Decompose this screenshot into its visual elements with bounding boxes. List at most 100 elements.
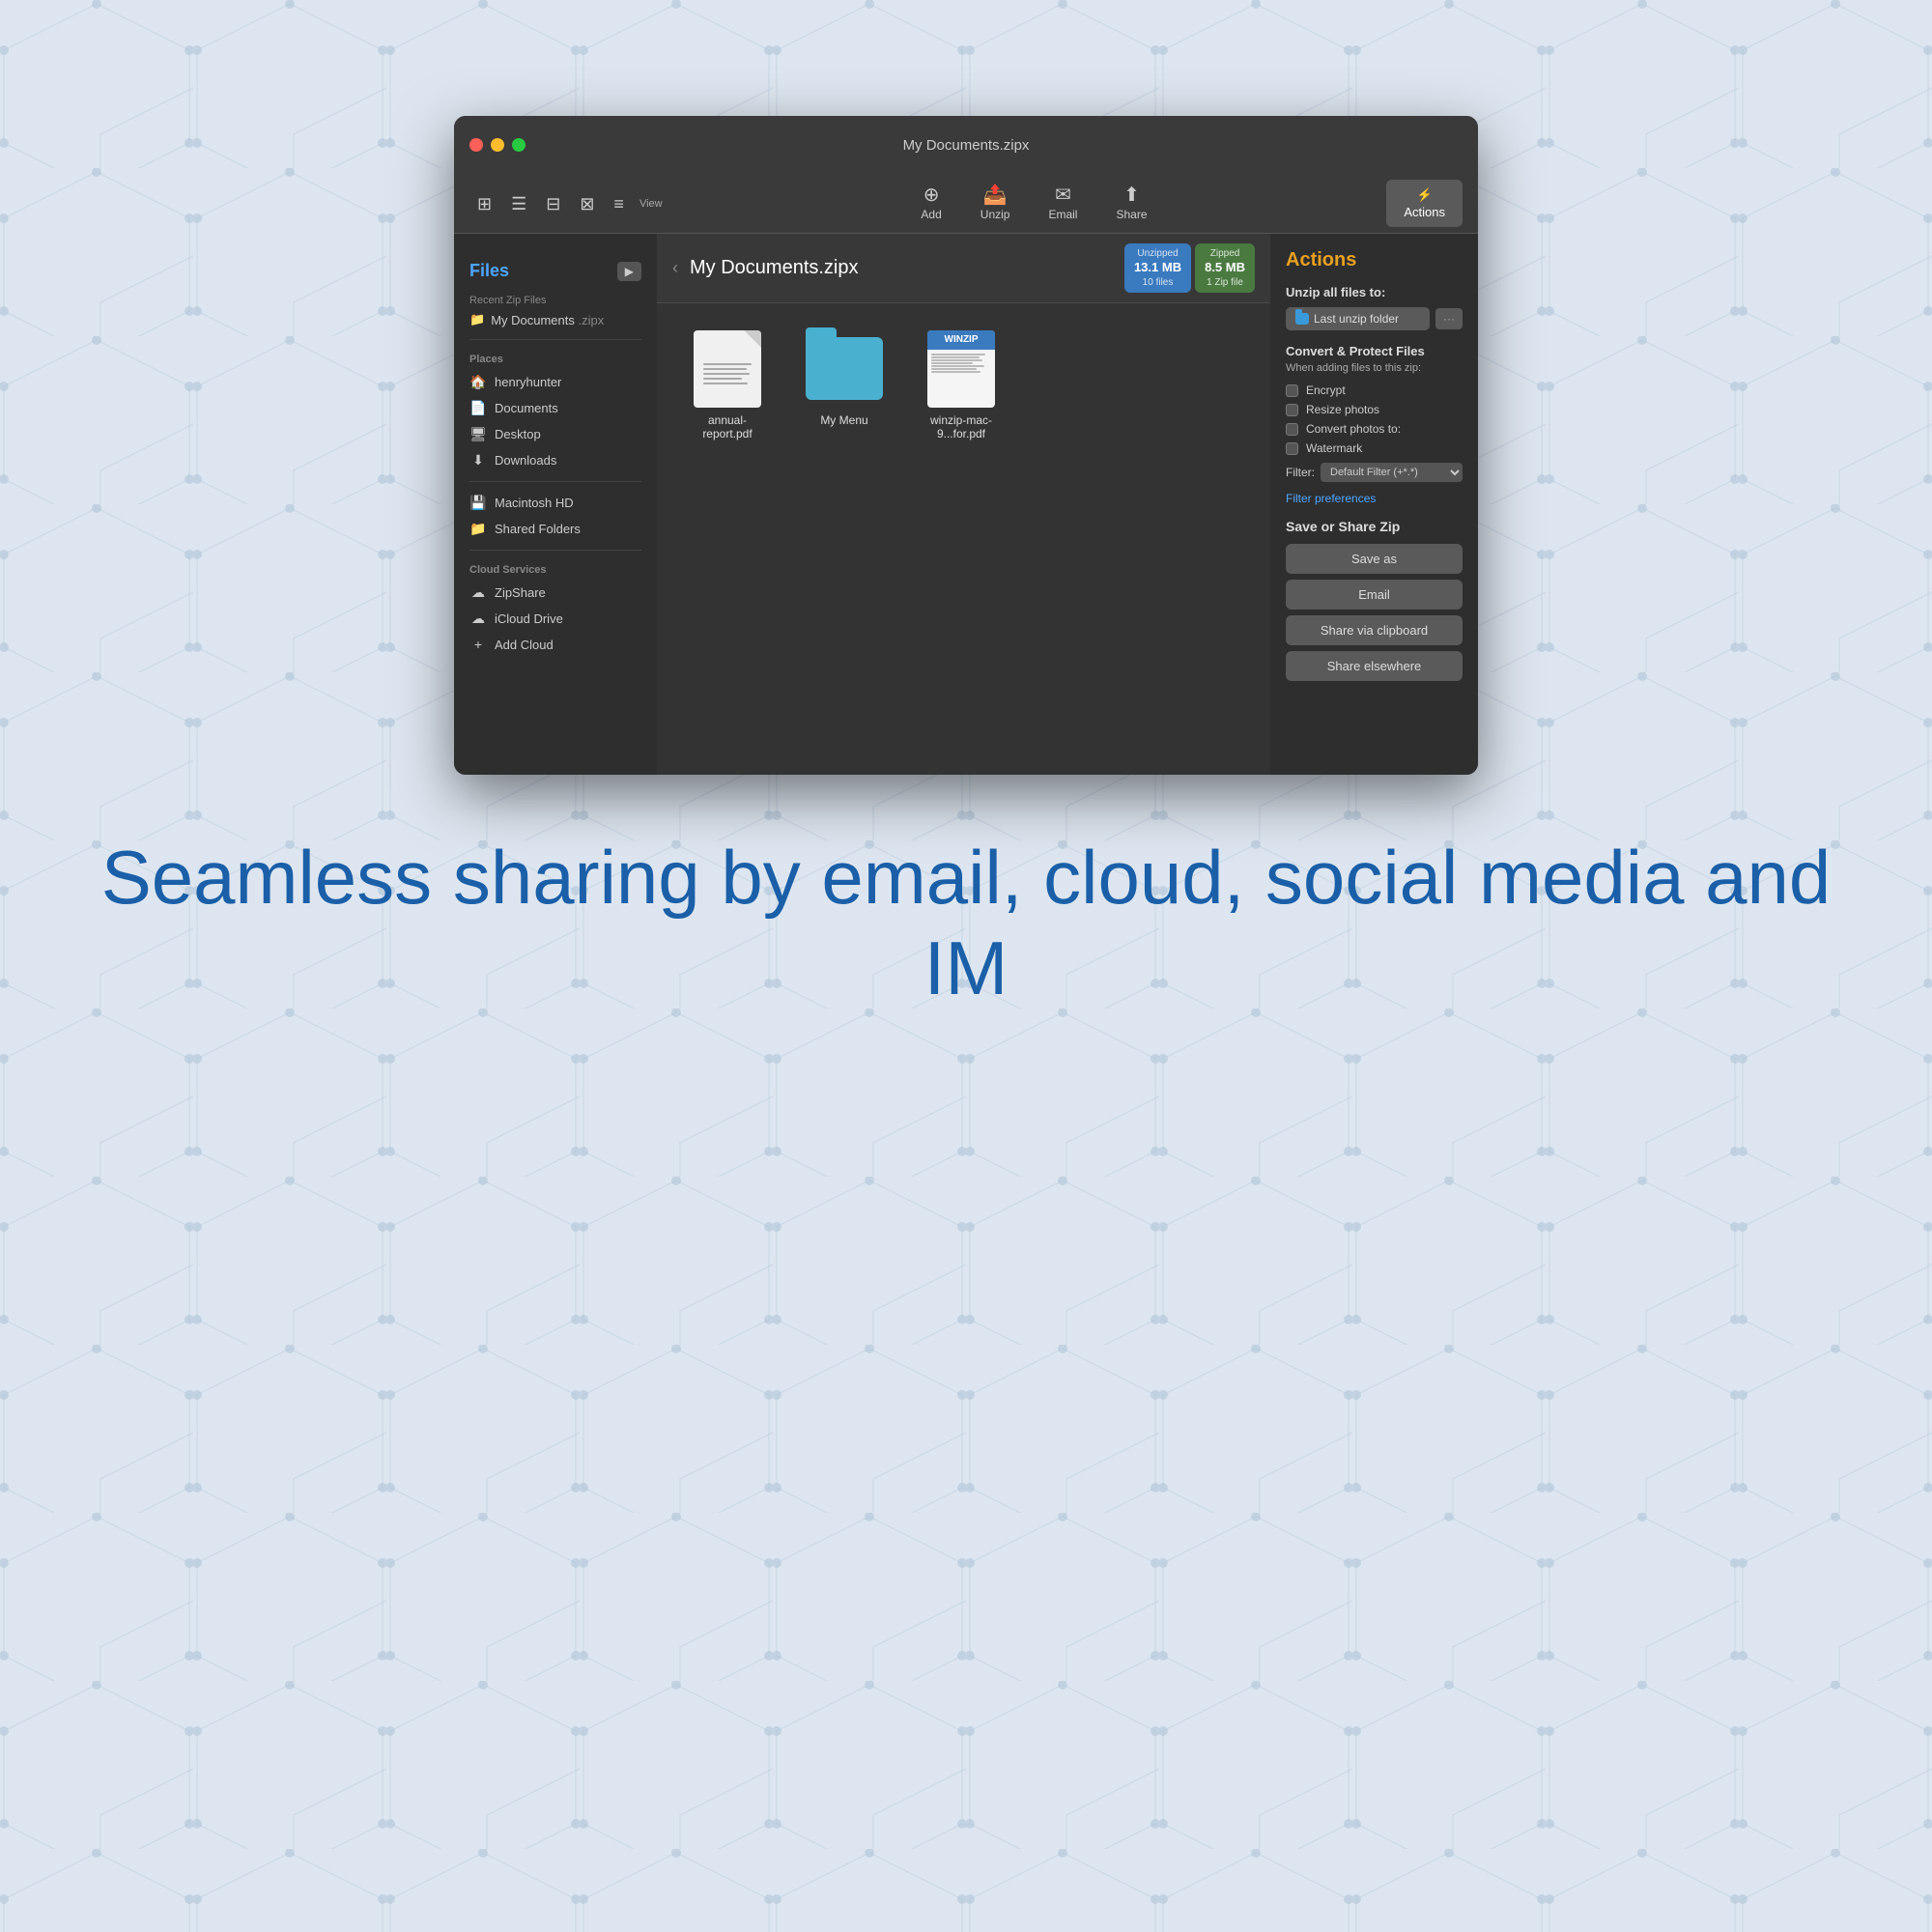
email-icon: ✉ [1055,185,1071,205]
sidebar-item-label: Downloads [495,453,556,468]
file-item-annual-report[interactable]: annual-report.pdf [676,323,779,448]
gallery-view-btn[interactable]: ⊠ [572,189,602,218]
share-elsewhere-button[interactable]: Share elsewhere [1286,651,1463,681]
sidebar-recent-label: Recent Zip Files [454,289,657,308]
downloads-icon: ⬇ [469,452,487,469]
zipped-files: 1 Zip file [1205,276,1245,289]
file-label-annual-report: annual-report.pdf [684,413,771,440]
sidebar-item-label: henryhunter [495,375,561,389]
email-toolbar-button[interactable]: ✉ Email [1029,180,1096,227]
unzipped-size: 13.1 MB [1134,260,1181,276]
shared-icon: 📁 [469,521,487,537]
unzip-folder-button[interactable]: Last unzip folder [1286,307,1430,330]
more-options-button[interactable]: ··· [1435,308,1463,329]
sidebar-item-icloud[interactable]: ☁ iCloud Drive [454,606,657,632]
file-item-my-menu[interactable]: My Menu [798,323,891,448]
add-cloud-icon: + [469,637,487,652]
sidebar-item-add-cloud[interactable]: + Add Cloud [454,632,657,657]
convert-label: Convert photos to: [1306,422,1401,436]
filter-select[interactable]: Default Filter (+*.*) [1321,463,1463,482]
resize-label: Resize photos [1306,403,1379,416]
folder-icon-wrap [806,330,883,408]
pdf-line [703,363,752,365]
share-clipboard-button[interactable]: Share via clipboard [1286,615,1463,645]
filter-preferences-link[interactable]: Filter preferences [1286,492,1463,505]
unzipped-files: 10 files [1134,276,1181,289]
cloud-services-label: Cloud Services [454,558,657,580]
actions-label: Actions [1404,205,1445,219]
convert-subtitle: When adding files to this zip: [1286,362,1463,374]
zip-header-text: WINZIP [945,334,979,345]
resize-checkbox[interactable] [1286,404,1298,416]
convert-checkbox[interactable] [1286,423,1298,436]
zip-line [931,359,982,361]
watermark-checkbox-row: Watermark [1286,441,1463,455]
back-arrow-button[interactable]: ‹ [672,258,678,278]
sidebar-item-label: Documents [495,401,558,415]
zipped-stat: Zipped 8.5 MB 1 Zip file [1195,243,1255,293]
sidebar-toggle-button[interactable]: ▶ [617,262,641,281]
sidebar-item-label: Add Cloud [495,638,554,652]
sidebar-item-shared-folders[interactable]: 📁 Shared Folders [454,516,657,542]
sidebar-item-label: iCloud Drive [495,611,563,626]
icon-view-btn[interactable]: ⊞ [469,189,499,218]
sidebar-item-macintosh-hd[interactable]: 💾 Macintosh HD [454,490,657,516]
actions-panel-title: Actions [1286,249,1463,271]
sidebar-item-zipshare[interactable]: ☁ ZipShare [454,580,657,606]
zipshare-icon: ☁ [469,584,487,601]
encrypt-checkbox[interactable] [1286,384,1298,397]
file-header: ‹ My Documents.zipx Unzipped 13.1 MB 10 … [657,234,1270,303]
add-icon: ⊕ [923,185,940,205]
sidebar-item-label: Macintosh HD [495,496,574,510]
lightning-icon: ⚡ [1417,187,1433,203]
detail-view-btn[interactable]: ≡ [606,189,632,218]
folder-document-icon [806,337,883,400]
file-item-winzip[interactable]: WINZIP [910,323,1012,448]
sidebar-item-label: Shared Folders [495,522,581,536]
document-icon: 📄 [469,400,487,416]
recent-item-label: My Documents .zipx [491,313,604,327]
icloud-icon: ☁ [469,611,487,627]
home-icon: 🏠 [469,374,487,390]
save-share-title: Save or Share Zip [1286,519,1463,534]
column-view-btn[interactable]: ⊟ [538,189,568,218]
pdf-document-icon [694,330,761,408]
sidebar-item-documents[interactable]: 📄 Documents [454,395,657,421]
file-label-winzip: winzip-mac-9...for.pdf [918,413,1005,440]
share-toolbar-button[interactable]: ⬆ Share [1096,180,1166,227]
list-icon: ☰ [511,195,526,213]
sidebar-divider-2 [469,481,641,482]
sidebar-item-desktop[interactable]: 🖥 Desktop [454,421,657,447]
pdf-line [703,383,748,384]
encrypt-checkbox-row: Encrypt [1286,384,1463,397]
actions-toolbar-button[interactable]: ⚡ Actions [1386,180,1463,227]
email-action-button[interactable]: Email [1286,580,1463,610]
watermark-checkbox[interactable] [1286,442,1298,455]
unzip-label: Unzip [980,208,1010,221]
title-bar: My Documents.zipx [454,116,1478,174]
places-label: Places [454,348,657,369]
save-as-button[interactable]: Save as [1286,544,1463,574]
sidebar-files-title: Files [469,261,509,281]
sidebar-item-henryhunter[interactable]: 🏠 henryhunter [454,369,657,395]
list-view-btn[interactable]: ☰ [503,189,534,218]
sidebar-item-downloads[interactable]: ⬇ Downloads [454,447,657,473]
grid-icon: ⊞ [477,195,492,213]
sidebar-recent-item[interactable]: 📁 My Documents .zipx [454,308,657,331]
email-label: Email [1048,208,1077,221]
unzip-button[interactable]: 📤 Unzip [961,180,1030,227]
tagline-text: Seamless sharing by email, cloud, social… [77,833,1855,1013]
sidebar-item-label: Desktop [495,427,541,441]
file-label-my-menu: My Menu [820,413,867,427]
fullscreen-button[interactable] [512,138,526,152]
toolbar-actions: ⊕ Add 📤 Unzip ✉ Email ⬆ Share [682,180,1387,227]
minimize-button[interactable] [491,138,504,152]
mac-window: My Documents.zipx ⊞ ☰ ⊟ ⊠ ≡ V [454,116,1478,775]
sidebar-item-label: ZipShare [495,585,546,600]
close-button[interactable] [469,138,483,152]
folder-small-icon [1295,313,1309,325]
zip-line [931,356,980,358]
columns-icon: ⊟ [546,195,560,213]
add-button[interactable]: ⊕ Add [901,180,960,227]
actions-panel: Actions Unzip all files to: Last unzip f… [1270,234,1478,775]
